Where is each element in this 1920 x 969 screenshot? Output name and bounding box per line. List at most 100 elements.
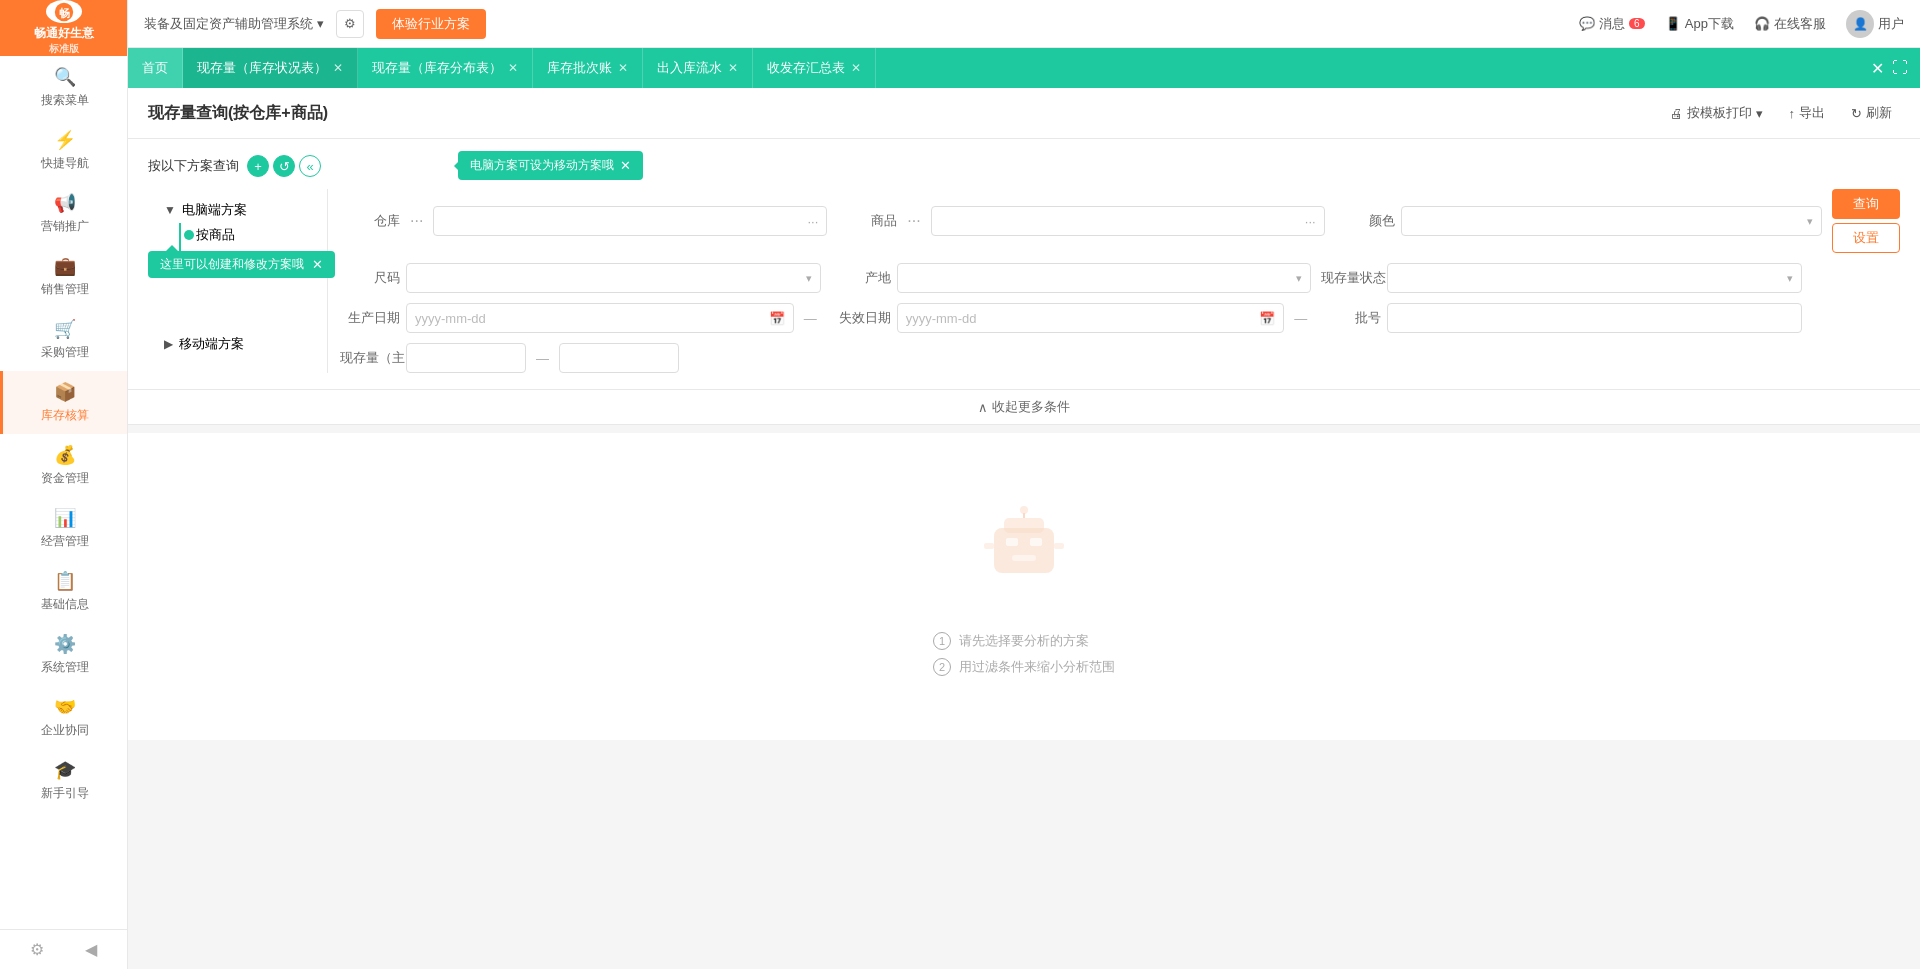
sidebar-item-quick-nav[interactable]: ⚡ 快捷导航 bbox=[0, 119, 127, 182]
sidebar-item-enterprise[interactable]: 🤝 企业协同 bbox=[0, 686, 127, 749]
production-date-start[interactable]: yyyy-mm-dd 📅 bbox=[406, 303, 794, 333]
tab-batch[interactable]: 库存批次账 ✕ bbox=[533, 48, 643, 88]
warehouse-label: 仓库 bbox=[340, 212, 400, 230]
stock-main-end[interactable] bbox=[559, 343, 679, 373]
goods-input[interactable]: ··· bbox=[931, 206, 1325, 236]
tab-batch-label: 库存批次账 bbox=[547, 59, 612, 77]
sidebar-item-guide[interactable]: 🎓 新手引导 bbox=[0, 749, 127, 812]
field-origin: 产地 ▾ bbox=[831, 263, 1312, 293]
tab-fullscreen-icon[interactable]: ⛶ bbox=[1892, 59, 1908, 77]
tab-close-icon[interactable]: ✕ bbox=[618, 61, 628, 75]
tab-close-icon[interactable]: ✕ bbox=[728, 61, 738, 75]
scheme-section: ▼ 电脑端方案 按商品 按规格 bbox=[148, 189, 328, 373]
online-support-label: 在线客服 bbox=[1774, 15, 1826, 33]
sidebar-item-label: 库存核算 bbox=[41, 407, 89, 424]
message-action[interactable]: 💬 消息 6 bbox=[1579, 15, 1645, 33]
sidebar-item-inventory[interactable]: 📦 库存核算 bbox=[0, 371, 127, 434]
tab-inventory-status[interactable]: 现存量（库存状况表） ✕ bbox=[183, 48, 358, 88]
edit-tooltip-close-icon[interactable]: ✕ bbox=[312, 257, 323, 272]
quick-nav-icon: ⚡ bbox=[54, 129, 76, 151]
date-placeholder: yyyy-mm-dd bbox=[906, 311, 977, 326]
sidebar-item-basic-info[interactable]: 📋 基础信息 bbox=[0, 560, 127, 623]
scheme-group-pc[interactable]: ▼ 电脑端方案 bbox=[156, 197, 255, 223]
goods-dots[interactable]: ··· bbox=[907, 212, 920, 230]
tab-close-icon[interactable]: ✕ bbox=[333, 61, 343, 75]
sidebar-item-finance[interactable]: 💰 资金管理 bbox=[0, 434, 127, 497]
production-date-label: 生产日期 bbox=[340, 309, 400, 327]
dots-icon: ··· bbox=[807, 214, 818, 229]
expiry-date-start[interactable]: yyyy-mm-dd 📅 bbox=[897, 303, 1285, 333]
tab-close-icon[interactable]: ✕ bbox=[508, 61, 518, 75]
edit-tooltip-text: 这里可以创建和修改方案哦 bbox=[160, 256, 304, 273]
tab-summary[interactable]: 收发存汇总表 ✕ bbox=[753, 48, 876, 88]
tab-inventory-dist-label: 现存量（库存分布表） bbox=[372, 59, 502, 77]
settings-button[interactable]: ⚙ bbox=[336, 10, 364, 38]
edit-scheme-btn[interactable]: ↺ bbox=[273, 155, 295, 177]
sidebar-item-label: 企业协同 bbox=[41, 722, 89, 739]
color-select[interactable]: ▾ bbox=[1401, 206, 1822, 236]
tab-bar-actions: ✕ ⛶ bbox=[1871, 59, 1920, 78]
field-stock-main: 现存量（主） — bbox=[340, 343, 740, 373]
sidebar-item-sales[interactable]: 💼 销售管理 bbox=[0, 245, 127, 308]
svg-point-5 bbox=[1020, 506, 1028, 514]
scheme-tooltip: 电脑方案可设为移动方案哦 ✕ bbox=[458, 151, 643, 180]
finance-icon: 💰 bbox=[54, 444, 76, 466]
sidebar-item-search[interactable]: 🔍 搜索菜单 bbox=[0, 56, 127, 119]
field-goods: 商品 ··· ··· bbox=[837, 206, 1324, 236]
settings-footer-btn[interactable]: ⚙ bbox=[30, 940, 44, 959]
print-label: 按模板打印 bbox=[1687, 104, 1752, 122]
inventory-icon: 📦 bbox=[54, 381, 76, 403]
app-download-action[interactable]: 📱 App下载 bbox=[1665, 15, 1734, 33]
batch-no-input[interactable] bbox=[1387, 303, 1802, 333]
tab-flow[interactable]: 出入库流水 ✕ bbox=[643, 48, 753, 88]
collapse-bar[interactable]: ∧ 收起更多条件 bbox=[128, 390, 1920, 425]
online-support-action[interactable]: 🎧 在线客服 bbox=[1754, 15, 1826, 33]
warehouse-dots[interactable]: ··· bbox=[410, 212, 423, 230]
origin-select[interactable]: ▾ bbox=[897, 263, 1312, 293]
message-badge: 6 bbox=[1629, 18, 1645, 29]
field-production-date: 生产日期 yyyy-mm-dd 📅 — bbox=[340, 303, 821, 333]
stock-status-select[interactable]: ▾ bbox=[1387, 263, 1802, 293]
svg-rect-10 bbox=[1054, 543, 1064, 549]
filter-area: 按以下方案查询 + ↺ « 电脑方案可设为移动方案哦 ✕ bbox=[128, 139, 1920, 390]
reset-button[interactable]: 设置 bbox=[1832, 223, 1900, 253]
svg-text:畅: 畅 bbox=[58, 6, 69, 18]
tooltip-close-icon[interactable]: ✕ bbox=[620, 158, 631, 173]
goods-label: 商品 bbox=[837, 212, 897, 230]
avatar-icon: 👤 bbox=[1853, 17, 1868, 31]
warehouse-input[interactable]: ··· bbox=[433, 206, 827, 236]
system-selector[interactable]: 装备及固定资产辅助管理系统 ▾ bbox=[144, 15, 324, 33]
add-scheme-btn[interactable]: + bbox=[247, 155, 269, 177]
print-icon: 🖨 bbox=[1670, 106, 1683, 121]
stock-main-start[interactable] bbox=[406, 343, 526, 373]
sidebar-item-purchase[interactable]: 🛒 采购管理 bbox=[0, 308, 127, 371]
size-select[interactable]: ▾ bbox=[406, 263, 821, 293]
tab-inventory-dist[interactable]: 现存量（库存分布表） ✕ bbox=[358, 48, 533, 88]
print-button[interactable]: 🖨 按模板打印 ▾ bbox=[1662, 100, 1771, 126]
refresh-button[interactable]: ↻ 刷新 bbox=[1843, 100, 1900, 126]
enterprise-icon: 🤝 bbox=[54, 696, 76, 718]
stock-range-sep: — bbox=[532, 351, 553, 366]
field-expiry-date: 失效日期 yyyy-mm-dd 📅 — bbox=[831, 303, 1312, 333]
export-icon: ↑ bbox=[1789, 106, 1796, 121]
sidebar-item-system[interactable]: ⚙️ 系统管理 bbox=[0, 623, 127, 686]
tab-home[interactable]: 首页 bbox=[128, 48, 183, 88]
scheme-group-mobile[interactable]: ▶ 移动端方案 bbox=[156, 331, 252, 357]
search-btns: 查询 设置 bbox=[1832, 189, 1900, 253]
industry-button[interactable]: 体验行业方案 bbox=[376, 9, 486, 39]
collapse-sidebar-btn[interactable]: ◀ bbox=[85, 940, 97, 959]
user-action[interactable]: 👤 用户 bbox=[1846, 10, 1904, 38]
dots-icon: ··· bbox=[1305, 214, 1316, 229]
back-scheme-btn[interactable]: « bbox=[299, 155, 321, 177]
stock-status-label: 现存量状态 bbox=[1321, 269, 1381, 287]
sidebar-item-marketing[interactable]: 📢 营销推广 bbox=[0, 182, 127, 245]
export-button[interactable]: ↑ 导出 bbox=[1781, 100, 1834, 126]
filter-fields: 仓库 ··· ··· 商品 ··· ··· bbox=[328, 189, 1900, 373]
sidebar-item-management[interactable]: 📊 经营管理 bbox=[0, 497, 127, 560]
search-button[interactable]: 查询 bbox=[1832, 189, 1900, 219]
tab-bar: 首页 现存量（库存状况表） ✕ 现存量（库存分布表） ✕ 库存批次账 ✕ 出入库… bbox=[128, 48, 1920, 88]
tab-close-all-icon[interactable]: ✕ bbox=[1871, 59, 1884, 78]
tab-close-icon[interactable]: ✕ bbox=[851, 61, 861, 75]
scheme-item-goods[interactable]: 按商品 bbox=[176, 223, 243, 247]
header-left: 装备及固定资产辅助管理系统 ▾ ⚙ 体验行业方案 bbox=[144, 9, 486, 39]
